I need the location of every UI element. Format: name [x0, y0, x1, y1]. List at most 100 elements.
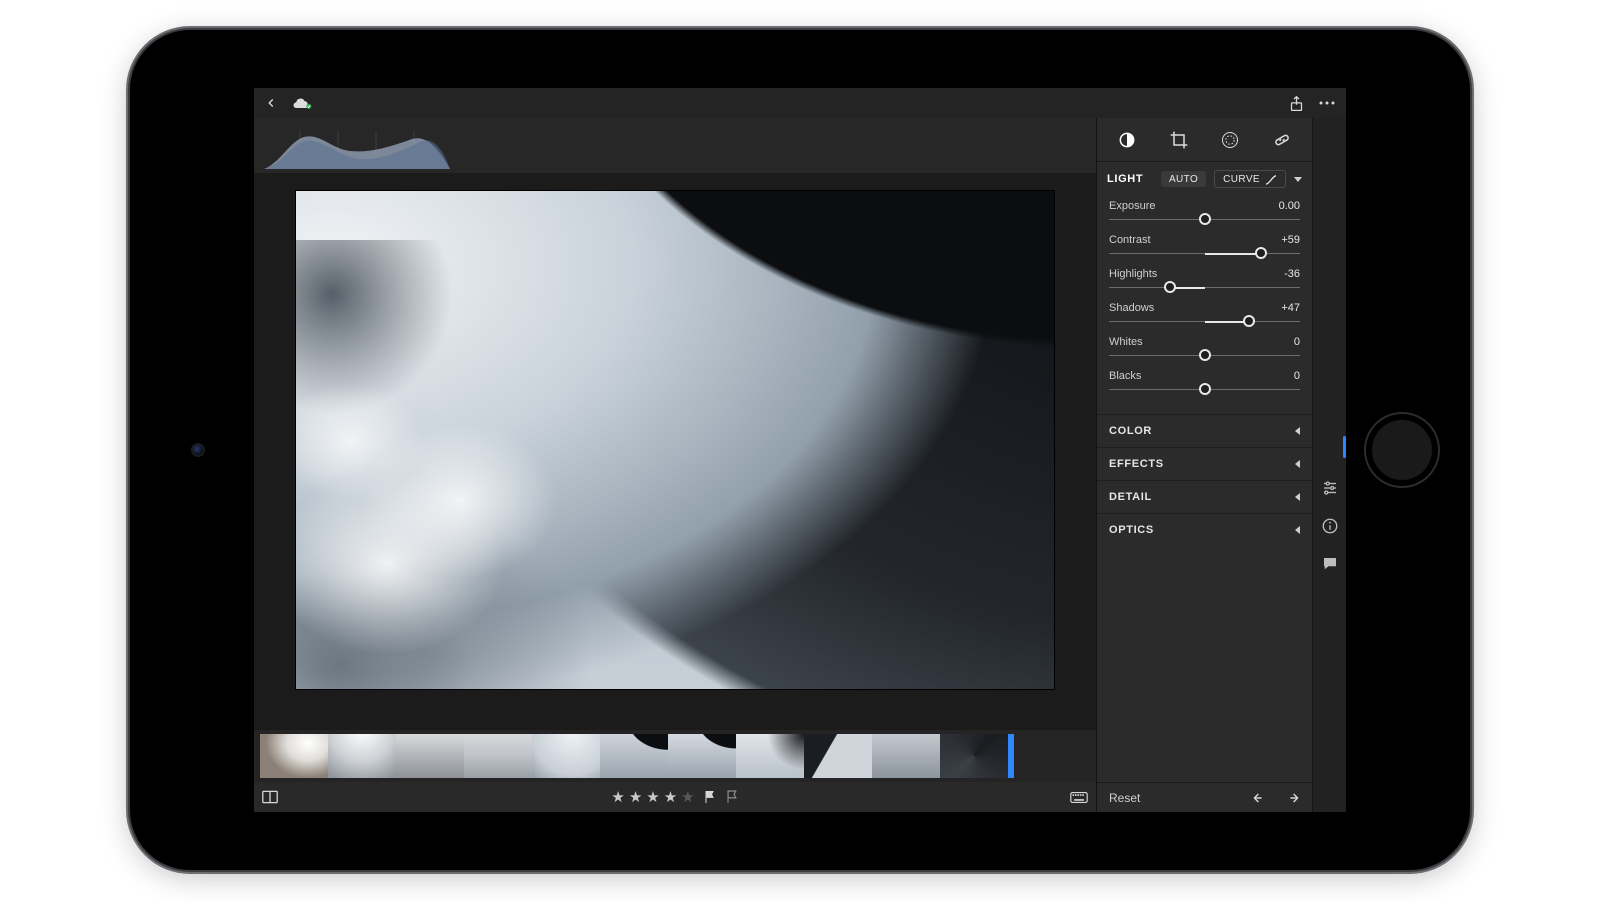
star-rating[interactable]: ★ ★ ★ ★ ★	[611, 788, 694, 806]
adjust-tool-icon[interactable]	[1318, 476, 1342, 500]
chevron-left-icon	[1295, 493, 1300, 501]
section-detail[interactable]: DETAIL	[1097, 480, 1312, 513]
section-color[interactable]: COLOR	[1097, 414, 1312, 447]
flag-pick-icon[interactable]	[705, 790, 717, 804]
slider-label: Highlights	[1109, 268, 1157, 280]
histogram-icon[interactable]	[262, 127, 452, 171]
light-header: LIGHT AUTO CURVE	[1097, 162, 1312, 192]
star-3[interactable]: ★	[646, 788, 659, 806]
slider-value: -36	[1284, 268, 1300, 280]
slider-value: 0.00	[1279, 200, 1300, 212]
slider-value: +59	[1281, 234, 1300, 246]
slider-label: Contrast	[1109, 234, 1151, 246]
slider-label: Shadows	[1109, 302, 1154, 314]
slider-value: 0	[1294, 370, 1300, 382]
cloud-sync-icon[interactable]	[292, 96, 312, 110]
lightroom-app: ★ ★ ★ ★ ★	[254, 88, 1346, 812]
ipad-frame: ★ ★ ★ ★ ★	[130, 30, 1470, 870]
section-detail-label: DETAIL	[1109, 491, 1152, 503]
compare-view-button[interactable]	[262, 790, 278, 804]
back-button[interactable]	[264, 96, 278, 110]
slider-exposure[interactable]: Exposure 0.00	[1109, 200, 1300, 226]
edit-panel: LIGHT AUTO CURVE Exposure 0.00 Contrast +59	[1097, 118, 1312, 812]
share-button[interactable]	[1289, 95, 1304, 112]
slider-track[interactable]	[1109, 280, 1300, 294]
reset-row: Reset	[1097, 782, 1312, 812]
thumb-6-selected[interactable]	[600, 734, 668, 778]
slider-label: Exposure	[1109, 200, 1155, 212]
device-home-button[interactable]	[1366, 414, 1438, 486]
mode-bar	[1097, 118, 1312, 162]
thumb-2[interactable]	[328, 734, 396, 778]
light-collapse-chevron-icon[interactable]	[1294, 177, 1302, 182]
section-optics[interactable]: OPTICS	[1097, 513, 1312, 546]
canvas-wrap	[254, 173, 1096, 730]
slider-track[interactable]	[1109, 212, 1300, 226]
mode-heal-icon[interactable]	[1265, 123, 1299, 157]
chevron-left-icon	[1295, 460, 1300, 468]
slider-label: Blacks	[1109, 370, 1141, 382]
curve-icon	[1265, 175, 1277, 185]
image-area: ★ ★ ★ ★ ★	[254, 118, 1096, 812]
side-rail	[1312, 118, 1346, 812]
star-2[interactable]: ★	[629, 788, 642, 806]
slider-knob[interactable]	[1164, 281, 1176, 293]
mode-edit-icon[interactable]	[1110, 123, 1144, 157]
section-effects-label: EFFECTS	[1109, 458, 1164, 470]
light-sliders: Exposure 0.00 Contrast +59 Highlights -36 Shad…	[1097, 192, 1312, 414]
section-optics-label: OPTICS	[1109, 524, 1154, 536]
device-camera	[193, 445, 203, 455]
reset-button[interactable]: Reset	[1109, 791, 1140, 805]
thumb-10[interactable]	[872, 734, 940, 778]
thumb-5[interactable]	[532, 734, 600, 778]
slider-knob[interactable]	[1199, 383, 1211, 395]
slider-knob[interactable]	[1243, 315, 1255, 327]
curve-label: CURVE	[1223, 174, 1260, 185]
thumb-3[interactable]	[396, 734, 464, 778]
chevron-left-icon	[1295, 526, 1300, 534]
more-button[interactable]	[1318, 100, 1336, 106]
slider-track[interactable]	[1109, 314, 1300, 328]
top-bar	[254, 88, 1346, 118]
keyboard-icon[interactable]	[1070, 791, 1088, 804]
filmstrip-end-marker	[1008, 734, 1014, 778]
filmstrip[interactable]	[254, 730, 1096, 782]
flag-reject-icon[interactable]	[727, 790, 739, 804]
slider-contrast[interactable]: Contrast +59	[1109, 234, 1300, 260]
slider-knob[interactable]	[1255, 247, 1267, 259]
image-canvas[interactable]	[295, 190, 1055, 690]
active-tool-marker	[1343, 436, 1346, 458]
comments-tool-icon[interactable]	[1318, 552, 1342, 576]
thumb-8[interactable]	[736, 734, 804, 778]
section-effects[interactable]: EFFECTS	[1097, 447, 1312, 480]
redo-button[interactable]	[1284, 791, 1300, 805]
mode-presets-icon[interactable]	[1213, 123, 1247, 157]
auto-button[interactable]: AUTO	[1161, 171, 1206, 187]
slider-shadows[interactable]: Shadows+47	[1109, 302, 1300, 328]
chevron-left-icon	[1295, 427, 1300, 435]
slider-whites[interactable]: Whites0	[1109, 336, 1300, 362]
info-tool-icon[interactable]	[1318, 514, 1342, 538]
slider-blacks[interactable]: Blacks 0	[1109, 370, 1300, 396]
right-column: LIGHT AUTO CURVE Exposure 0.00 Contrast +59	[1096, 118, 1346, 812]
curve-button[interactable]: CURVE	[1214, 170, 1286, 188]
thumb-11[interactable]	[940, 734, 1008, 778]
device-screen: ★ ★ ★ ★ ★	[254, 88, 1346, 812]
thumb-4[interactable]	[464, 734, 532, 778]
histogram-row	[254, 118, 1096, 173]
slider-track[interactable]	[1109, 348, 1300, 362]
thumb-1[interactable]	[260, 734, 328, 778]
slider-track[interactable]	[1109, 382, 1300, 396]
thumb-7[interactable]	[668, 734, 736, 778]
mode-crop-icon[interactable]	[1162, 123, 1196, 157]
star-5[interactable]: ★	[681, 788, 694, 806]
star-1[interactable]: ★	[611, 788, 624, 806]
star-4[interactable]: ★	[664, 788, 677, 806]
slider-knob[interactable]	[1199, 213, 1211, 225]
thumb-9[interactable]	[804, 734, 872, 778]
slider-knob[interactable]	[1199, 349, 1211, 361]
slider-track[interactable]	[1109, 246, 1300, 260]
slider-highlights[interactable]: Highlights -36	[1109, 268, 1300, 294]
undo-button[interactable]	[1252, 791, 1268, 805]
section-color-label: COLOR	[1109, 425, 1152, 437]
